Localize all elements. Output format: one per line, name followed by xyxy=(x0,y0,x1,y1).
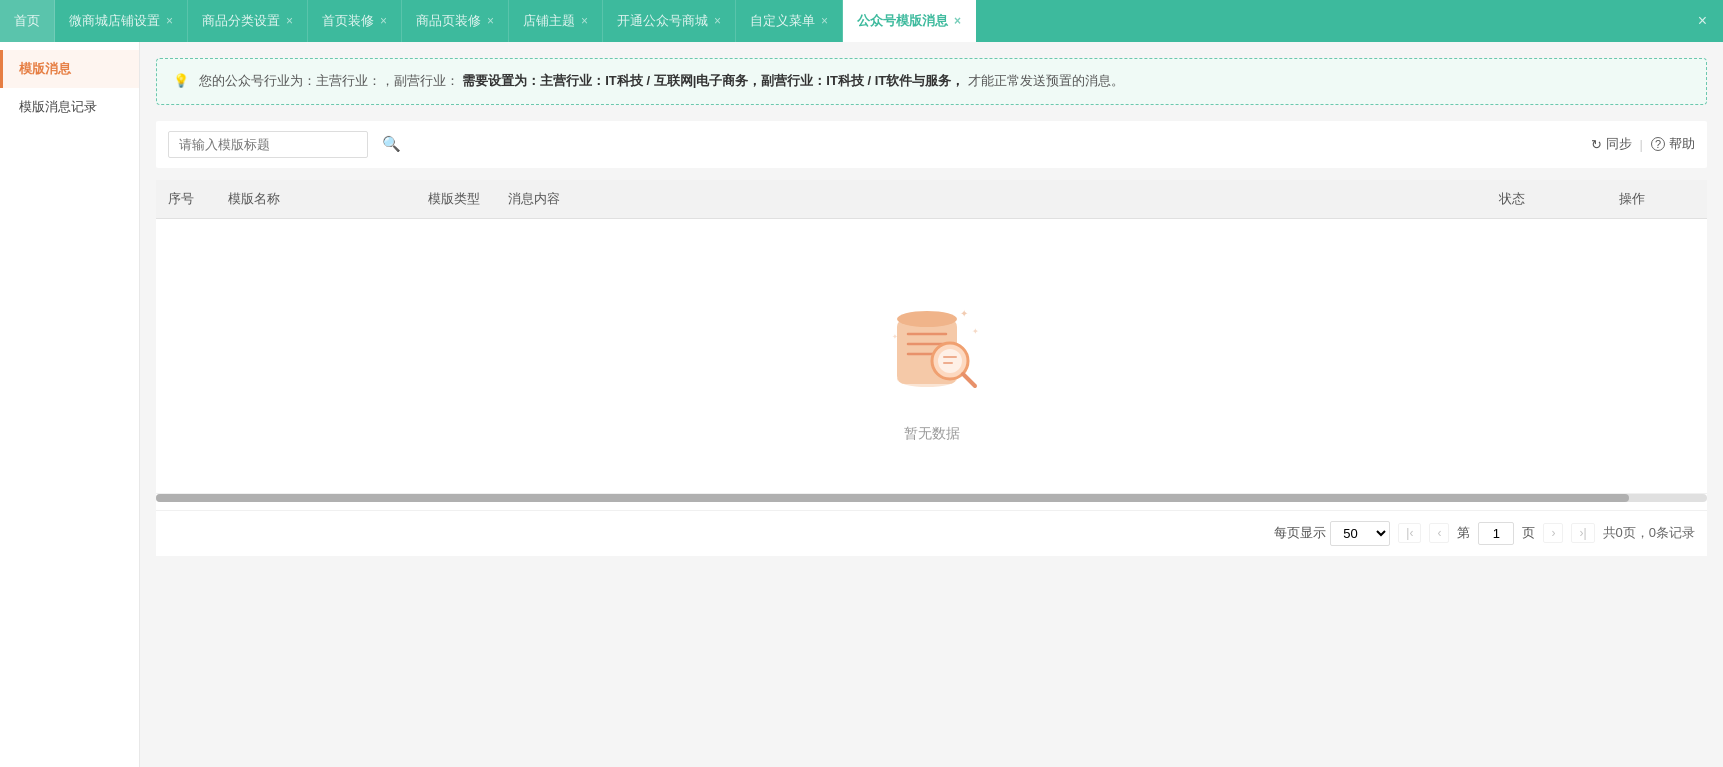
sync-button[interactable]: ↻ 同步 xyxy=(1591,135,1632,153)
next-page-button[interactable]: › xyxy=(1543,523,1563,543)
nav-tab-product-deco[interactable]: 商品页装修 × xyxy=(402,0,509,42)
svg-point-7 xyxy=(938,349,962,373)
col-header-status: 状态 xyxy=(1487,180,1607,219)
nav-tab-template-msg-label: 公众号模版消息 xyxy=(857,12,948,30)
nav-tab-micro-shop[interactable]: 微商城店铺设置 × xyxy=(55,0,188,42)
nav-tab-shop-theme[interactable]: 店铺主题 × xyxy=(509,0,603,42)
nav-tab-custom-menu-label: 自定义菜单 xyxy=(750,12,815,30)
nav-tab-home-label: 首页 xyxy=(14,12,40,30)
divider: | xyxy=(1640,137,1643,152)
col-header-seq: 序号 xyxy=(156,180,216,219)
notice-icon: 💡 xyxy=(173,73,189,88)
sync-icon: ↻ xyxy=(1591,137,1602,152)
nav-tab-shop-theme-label: 店铺主题 xyxy=(523,12,575,30)
notice-highlight: 需要设置为：主营行业：IT科技 / 互联网|电子商务，副营行业：IT科技 / I… xyxy=(462,73,964,88)
main-layout: 模版消息 模版消息记录 💡 您的公众号行业为：主营行业：，副营行业： 需要设置为… xyxy=(0,42,1723,767)
nav-tab-product-deco-label: 商品页装修 xyxy=(416,12,481,30)
empty-illustration: ✦ ✦ ✦ xyxy=(872,289,992,409)
help-circle-icon: ? xyxy=(1651,137,1665,151)
last-page-button[interactable]: ›| xyxy=(1571,523,1594,543)
search-icon: 🔍 xyxy=(382,135,401,152)
help-label: 帮助 xyxy=(1669,135,1695,153)
nav-tab-micro-shop-label: 微商城店铺设置 xyxy=(69,12,160,30)
sidebar-item-template-label: 模版消息 xyxy=(19,61,71,76)
notice-box: 💡 您的公众号行业为：主营行业：，副营行业： 需要设置为：主营行业：IT科技 /… xyxy=(156,58,1707,105)
svg-text:✦: ✦ xyxy=(972,327,979,336)
nav-tab-home[interactable]: 首页 xyxy=(0,0,55,42)
sidebar-item-template[interactable]: 模版消息 xyxy=(0,50,139,88)
total-info: 共0页，0条记录 xyxy=(1603,524,1695,542)
nav-tab-home-deco-label: 首页装修 xyxy=(322,12,374,30)
data-table: 序号 模版名称 模版类型 消息内容 状态 xyxy=(156,180,1707,494)
close-category-icon[interactable]: × xyxy=(286,14,293,28)
table-container: 序号 模版名称 模版类型 消息内容 状态 xyxy=(156,180,1707,556)
close-template-msg-icon[interactable]: × xyxy=(954,14,961,28)
search-bar: 🔍 ↻ 同步 | ? 帮助 xyxy=(156,121,1707,168)
nav-tab-custom-menu[interactable]: 自定义菜单 × xyxy=(736,0,843,42)
col-header-content: 消息内容 xyxy=(496,180,1487,219)
content-area: 💡 您的公众号行业为：主营行业：，副营行业： 需要设置为：主营行业：IT科技 /… xyxy=(140,42,1723,767)
empty-state-cell: ✦ ✦ ✦ 暂无数据 xyxy=(156,218,1707,493)
nav-tab-open-mall-label: 开通公众号商城 xyxy=(617,12,708,30)
sidebar-item-template-record[interactable]: 模版消息记录 xyxy=(0,88,139,126)
empty-text: 暂无数据 xyxy=(168,425,1695,443)
nav-tab-category-label: 商品分类设置 xyxy=(202,12,280,30)
col-header-type: 模版类型 xyxy=(416,180,496,219)
nav-tab-open-mall[interactable]: 开通公众号商城 × xyxy=(603,0,736,42)
table-header-row: 序号 模版名称 模版类型 消息内容 状态 xyxy=(156,180,1707,219)
close-product-deco-icon[interactable]: × xyxy=(487,14,494,28)
prev-page-button[interactable]: ‹ xyxy=(1429,523,1449,543)
search-input[interactable] xyxy=(168,131,368,158)
search-right: ↻ 同步 | ? 帮助 xyxy=(1591,135,1695,153)
sync-label: 同步 xyxy=(1606,135,1632,153)
close-open-mall-icon[interactable]: × xyxy=(714,14,721,28)
svg-point-2 xyxy=(897,311,957,327)
close-home-deco-icon[interactable]: × xyxy=(380,14,387,28)
col-header-name: 模版名称 xyxy=(216,180,416,219)
per-page-select[interactable]: 50 20 100 xyxy=(1330,521,1390,546)
svg-text:✦: ✦ xyxy=(960,308,968,319)
pagination: 每页显示 50 20 100 |‹ ‹ 第 页 › ›| 共0页，0条记录 xyxy=(156,510,1707,556)
top-nav: 首页 微商城店铺设置 × 商品分类设置 × 首页装修 × 商品页装修 × 店铺主… xyxy=(0,0,1723,42)
svg-text:✦: ✦ xyxy=(892,333,898,340)
page-size-section: 每页显示 50 20 100 xyxy=(1274,521,1390,546)
empty-state-row: ✦ ✦ ✦ 暂无数据 xyxy=(156,218,1707,493)
nav-tab-home-deco[interactable]: 首页装修 × xyxy=(308,0,402,42)
nav-tab-template-msg[interactable]: 公众号模版消息 × xyxy=(843,0,976,42)
scroll-thumb[interactable] xyxy=(156,494,1629,502)
per-page-label: 每页显示 xyxy=(1274,524,1326,542)
help-button[interactable]: ? 帮助 xyxy=(1651,135,1695,153)
close-shop-theme-icon[interactable]: × xyxy=(581,14,588,28)
global-close-button[interactable]: × xyxy=(1682,12,1723,30)
page-number-input[interactable] xyxy=(1478,522,1514,545)
page-label-prefix: 第 xyxy=(1457,524,1470,542)
close-custom-menu-icon[interactable]: × xyxy=(821,14,828,28)
horizontal-scrollbar[interactable] xyxy=(156,494,1707,502)
empty-state: ✦ ✦ ✦ 暂无数据 xyxy=(168,229,1695,483)
sidebar-item-template-record-label: 模版消息记录 xyxy=(19,99,97,114)
search-button[interactable]: 🔍 xyxy=(376,131,407,157)
close-micro-shop-icon[interactable]: × xyxy=(166,14,173,28)
search-left: 🔍 xyxy=(168,131,407,158)
svg-line-8 xyxy=(963,374,975,386)
nav-tab-category[interactable]: 商品分类设置 × xyxy=(188,0,308,42)
sidebar: 模版消息 模版消息记录 xyxy=(0,42,140,767)
first-page-button[interactable]: |‹ xyxy=(1398,523,1421,543)
notice-prefix: 您的公众号行业为：主营行业：，副营行业： xyxy=(199,73,459,88)
notice-suffix: 才能正常发送预置的消息。 xyxy=(968,73,1124,88)
page-label-suffix: 页 xyxy=(1522,524,1535,542)
col-header-action: 操作 xyxy=(1607,180,1707,219)
